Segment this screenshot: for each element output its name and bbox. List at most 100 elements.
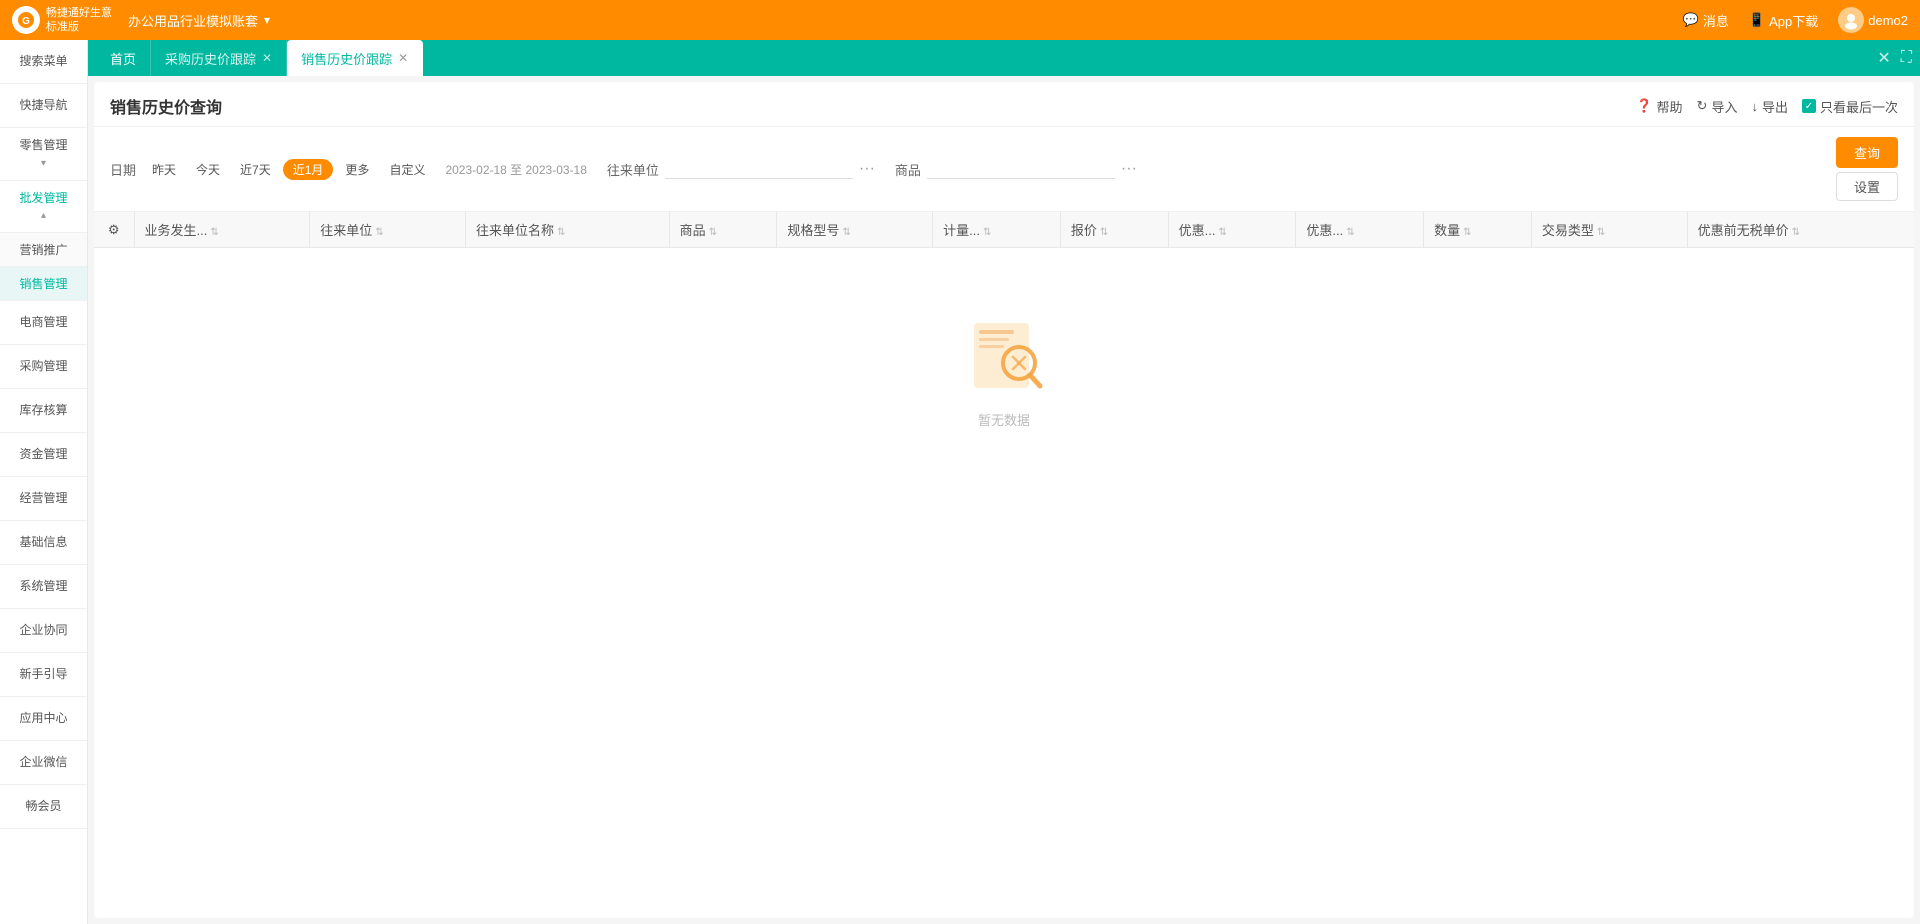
sidebar-item-search-menu[interactable]: 搜索菜单 (0, 40, 87, 84)
sidebar-item-marketing[interactable]: 营销推广 (0, 233, 87, 267)
date-btn-yesterday[interactable]: 昨天 (144, 159, 184, 180)
goods-input[interactable] (927, 159, 1115, 179)
tab-purchase-close-icon[interactable]: ✕ (262, 52, 272, 64)
sidebar-item-sales-mgmt[interactable]: 销售管理 (0, 267, 87, 301)
logo-icon: G (12, 6, 40, 34)
empty-illustration-icon (954, 308, 1054, 398)
empty-text: 暂无数据 (978, 410, 1030, 429)
wholesale-arrow-icon: ▴ (41, 209, 46, 222)
th-settings[interactable]: ⚙ (94, 212, 134, 248)
wholesale-label: 批发管理 (19, 191, 67, 207)
date-btn-custom[interactable]: 自定义 (381, 159, 433, 180)
table-header-row: ⚙ 业务发生...⇅ 往来单位⇅ 往来单位名称⇅ (94, 212, 1914, 248)
fullscreen-btn[interactable]: ⛶ (1901, 49, 1912, 67)
data-table: ⚙ 业务发生...⇅ 往来单位⇅ 往来单位名称⇅ (94, 212, 1914, 248)
sidebar-item-app-center[interactable]: 应用中心 (0, 697, 87, 741)
tab-purchase-history-label: 采购历史价跟踪 (165, 49, 256, 68)
sidebar-item-operation[interactable]: 经营管理 (0, 477, 87, 521)
goods-search-icon[interactable]: ··· (1121, 160, 1137, 178)
sidebar-item-ecommerce[interactable]: 电商管理 (0, 301, 87, 345)
date-buttons: 昨天 今天 近7天 近1月 更多 自定义 (144, 159, 433, 180)
sidebar-item-enterprise-coop[interactable]: 企业协同 (0, 609, 87, 653)
show-last-checkbox[interactable]: ✓ (1802, 99, 1816, 113)
partner-label: 往来单位 (607, 160, 659, 179)
marketing-label: 营销推广 (19, 241, 67, 258)
basic-info-label: 基础信息 (19, 535, 67, 551)
settings-gear-icon[interactable]: ⚙ (108, 222, 120, 237)
th-spec[interactable]: 规格型号⇅ (777, 212, 933, 248)
member-label: 畅会员 (25, 799, 61, 815)
empty-state: 暂无数据 (94, 248, 1914, 489)
logo-text: 畅捷通好生意 标准版 (46, 6, 112, 35)
date-btn-more[interactable]: 更多 (337, 159, 377, 180)
th-pretax-price[interactable]: 优惠前无税单价⇅ (1687, 212, 1914, 248)
sidebar-item-inventory[interactable]: 库存核算 (0, 389, 87, 433)
th-quote[interactable]: 报价⇅ (1060, 212, 1168, 248)
date-btn-7days[interactable]: 近7天 (232, 159, 279, 180)
query-button[interactable]: 查询 (1836, 137, 1898, 168)
sort-icon-partner-code: ⇅ (375, 227, 383, 238)
sidebar-item-new-guide[interactable]: 新手引导 (0, 653, 87, 697)
show-last-checkbox-label[interactable]: ✓ 只看最后一次 (1802, 97, 1898, 116)
logo-area: G 畅捷通好生意 标准版 (12, 6, 112, 35)
tab-bar-right: ✕ ⛶ (1877, 48, 1912, 68)
date-btn-today[interactable]: 今天 (188, 159, 228, 180)
th-partner-code[interactable]: 往来单位⇅ (310, 212, 466, 248)
export-icon: ↓ (1751, 99, 1758, 114)
tab-sales-close-icon[interactable]: ✕ (398, 52, 408, 64)
content-area: 首页 采购历史价跟踪 ✕ 销售历史价跟踪 ✕ ✕ ⛶ 销售历史价查询 (88, 40, 1920, 924)
tab-bar: 首页 采购历史价跟踪 ✕ 销售历史价跟踪 ✕ ✕ ⛶ (88, 40, 1920, 76)
sidebar-item-system[interactable]: 系统管理 (0, 565, 87, 609)
sidebar-item-enterprise-wechat[interactable]: 企业微信 (0, 741, 87, 785)
filter-bar: 日期 昨天 今天 近7天 近1月 更多 自定义 2023-02-18 至 202… (94, 127, 1914, 212)
close-all-tabs-btn[interactable]: ✕ (1877, 48, 1890, 68)
export-btn[interactable]: ↓ 导出 (1751, 97, 1788, 116)
app-name-dropdown-icon[interactable]: ▾ (264, 13, 270, 27)
header-middle: 办公用品行业模拟账套 ▾ (112, 11, 1683, 30)
th-trade-type[interactable]: 交易类型⇅ (1531, 212, 1687, 248)
th-discount2[interactable]: 优惠...⇅ (1296, 212, 1424, 248)
top-header: G 畅捷通好生意 标准版 办公用品行业模拟账套 ▾ 💬 消息 📱 App下载 d… (0, 0, 1920, 40)
page-header: 销售历史价查询 ❓ 帮助 ↻ 导入 ↓ 导出 ✓ (94, 82, 1914, 127)
partner-filter-group: 往来单位 ··· (607, 159, 875, 179)
enterprise-wechat-label: 企业微信 (19, 755, 67, 771)
th-discount1[interactable]: 优惠...⇅ (1168, 212, 1296, 248)
system-label: 系统管理 (19, 579, 67, 595)
sales-mgmt-label: 销售管理 (19, 275, 67, 292)
header-right: 💬 消息 📱 App下载 demo2 (1683, 7, 1908, 33)
sidebar-item-quick-nav[interactable]: 快捷导航 (0, 84, 87, 128)
tab-sales-history[interactable]: 销售历史价跟踪 ✕ (287, 40, 423, 76)
sidebar-item-member[interactable]: 畅会员 (0, 785, 87, 829)
th-quantity[interactable]: 数量⇅ (1424, 212, 1532, 248)
sort-icon-unit: ⇅ (983, 227, 991, 238)
partner-input[interactable] (665, 159, 853, 179)
th-unit[interactable]: 计量...⇅ (933, 212, 1061, 248)
purchase-label: 采购管理 (19, 359, 67, 375)
message-btn[interactable]: 💬 消息 (1683, 11, 1729, 30)
user-menu[interactable]: demo2 (1838, 7, 1908, 33)
sidebar-item-wholesale[interactable]: 批发管理 ▴ (0, 181, 87, 234)
sidebar-item-purchase[interactable]: 采购管理 (0, 345, 87, 389)
page-title: 销售历史价查询 (110, 94, 222, 118)
sidebar-item-retail[interactable]: 零售管理 ▾ (0, 128, 87, 181)
tab-purchase-history[interactable]: 采购历史价跟踪 ✕ (151, 40, 287, 76)
th-biz-date[interactable]: 业务发生...⇅ (134, 212, 310, 248)
sort-icon-biz-date: ⇅ (210, 227, 218, 238)
sort-icon-discount1: ⇅ (1219, 227, 1227, 238)
sort-icon-goods: ⇅ (709, 227, 717, 238)
th-goods[interactable]: 商品⇅ (669, 212, 777, 248)
download-icon: 📱 (1749, 12, 1765, 28)
import-btn[interactable]: ↻ 导入 (1697, 97, 1738, 116)
sidebar-item-basic-info[interactable]: 基础信息 (0, 521, 87, 565)
th-partner-name[interactable]: 往来单位名称⇅ (465, 212, 669, 248)
partner-search-icon[interactable]: ··· (859, 160, 875, 178)
settings-button[interactable]: 设置 (1836, 172, 1898, 201)
help-btn[interactable]: ❓ 帮助 (1636, 97, 1682, 116)
tab-home[interactable]: 首页 (96, 40, 151, 76)
ecommerce-label: 电商管理 (19, 315, 67, 331)
app-download-btn[interactable]: 📱 App下载 (1749, 11, 1818, 30)
goods-filter-group: 商品 ··· (895, 159, 1137, 179)
inventory-label: 库存核算 (19, 403, 67, 419)
date-btn-1month[interactable]: 近1月 (283, 159, 334, 180)
sidebar-item-finance[interactable]: 资金管理 (0, 433, 87, 477)
